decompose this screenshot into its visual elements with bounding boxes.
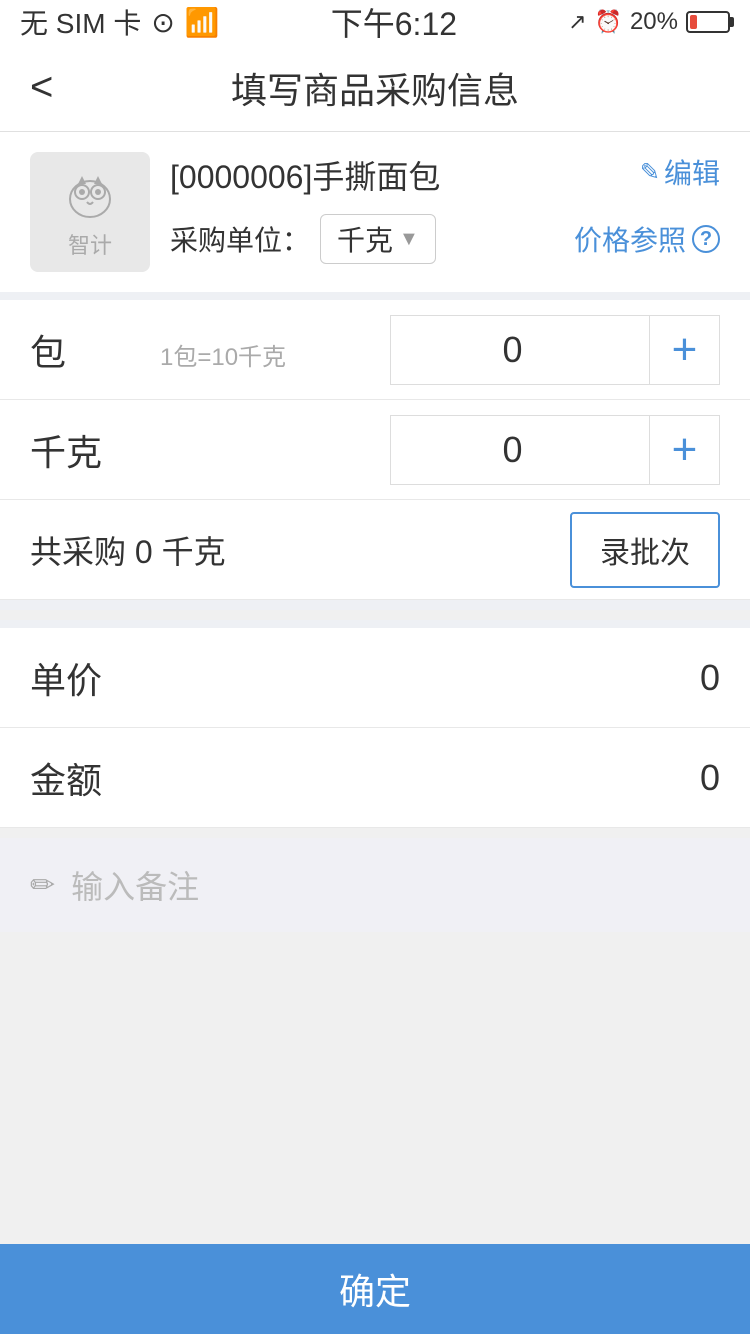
price-section: 单价 0 金额 0 [0,620,750,828]
battery-percent: 20% [630,8,678,36]
product-name-row: [0000006]手撕面包 ✎ 编辑 [170,152,720,198]
status-bar: 无 SIM 卡 ⊙ 📶 下午6:12 ↗ ⏰ 20% [0,0,750,44]
battery-icon [686,11,730,33]
info-icon: ? [692,225,720,253]
amount-label: 金额 [30,752,102,804]
unit-price-value: 0 [700,657,720,699]
bag-label: 包 1包=10千克 [30,324,286,376]
back-button[interactable]: < [20,55,63,120]
nav-bar: < 填写商品采购信息 [0,44,750,132]
confirm-button[interactable]: 确定 [0,1244,750,1334]
section-divider [0,600,750,610]
product-info: [0000006]手撕面包 ✎ 编辑 采购单位： 千克 ▼ 价格参照 ? [170,152,720,264]
alarm-icon: ⏰ [595,9,622,35]
amount-value: 0 [700,757,720,799]
kg-plus-button[interactable]: + [650,415,720,485]
product-logo: 智计 [60,164,120,260]
content-spacer [0,932,750,1132]
product-card: 智计 [0000006]手撕面包 ✎ 编辑 采购单位： 千克 ▼ 价格参照 ? [0,132,750,300]
input-section: 包 1包=10千克 + 千克 + [0,300,750,500]
price-reference-button[interactable]: 价格参照 ? [574,219,720,259]
product-image: 智计 [30,152,150,272]
bag-input-right: + [390,315,720,385]
kg-quantity-input[interactable] [390,415,650,485]
kg-input-right: + [390,415,720,485]
owl-icon [60,164,120,224]
logo-text: 智计 [68,228,112,260]
location-icon: ↗ [568,9,586,35]
total-row: 共采购 0 千克 录批次 [0,500,750,600]
chevron-down-icon: ▼ [399,228,419,251]
page-title: 填写商品采购信息 [231,62,519,114]
kg-input-row: 千克 + [0,400,750,500]
total-label: 共采购 0 千克 [30,527,226,573]
notes-section[interactable]: ✏ 输入备注 [0,838,750,932]
wifi-icon: ⊙ [151,6,174,39]
status-right: ↗ ⏰ 20% [568,8,730,36]
carrier-text: 无 SIM 卡 [20,2,141,42]
status-left: 无 SIM 卡 ⊙ 📶 [20,2,220,42]
kg-label: 千克 [30,424,102,476]
bag-quantity-input[interactable] [390,315,650,385]
product-name: [0000006]手撕面包 [170,152,440,198]
bag-input-row: 包 1包=10千克 + [0,300,750,400]
edit-button[interactable]: ✎ 编辑 [640,152,720,192]
amount-row: 金额 0 [0,728,750,828]
bag-plus-button[interactable]: + [650,315,720,385]
unit-select[interactable]: 千克 ▼ [320,214,436,264]
product-unit-row: 采购单位： 千克 ▼ 价格参照 ? [170,214,720,264]
notes-placeholder: 输入备注 [71,862,199,908]
signal-icon: 📶 [185,6,220,39]
unit-price-row: 单价 0 [0,628,750,728]
time-display: 下午6:12 [331,0,457,45]
batch-button[interactable]: 录批次 [570,512,720,588]
unit-label: 采购单位： 千克 ▼ [170,214,436,264]
unit-price-label: 单价 [30,652,102,704]
pencil-icon: ✏ [30,868,55,903]
